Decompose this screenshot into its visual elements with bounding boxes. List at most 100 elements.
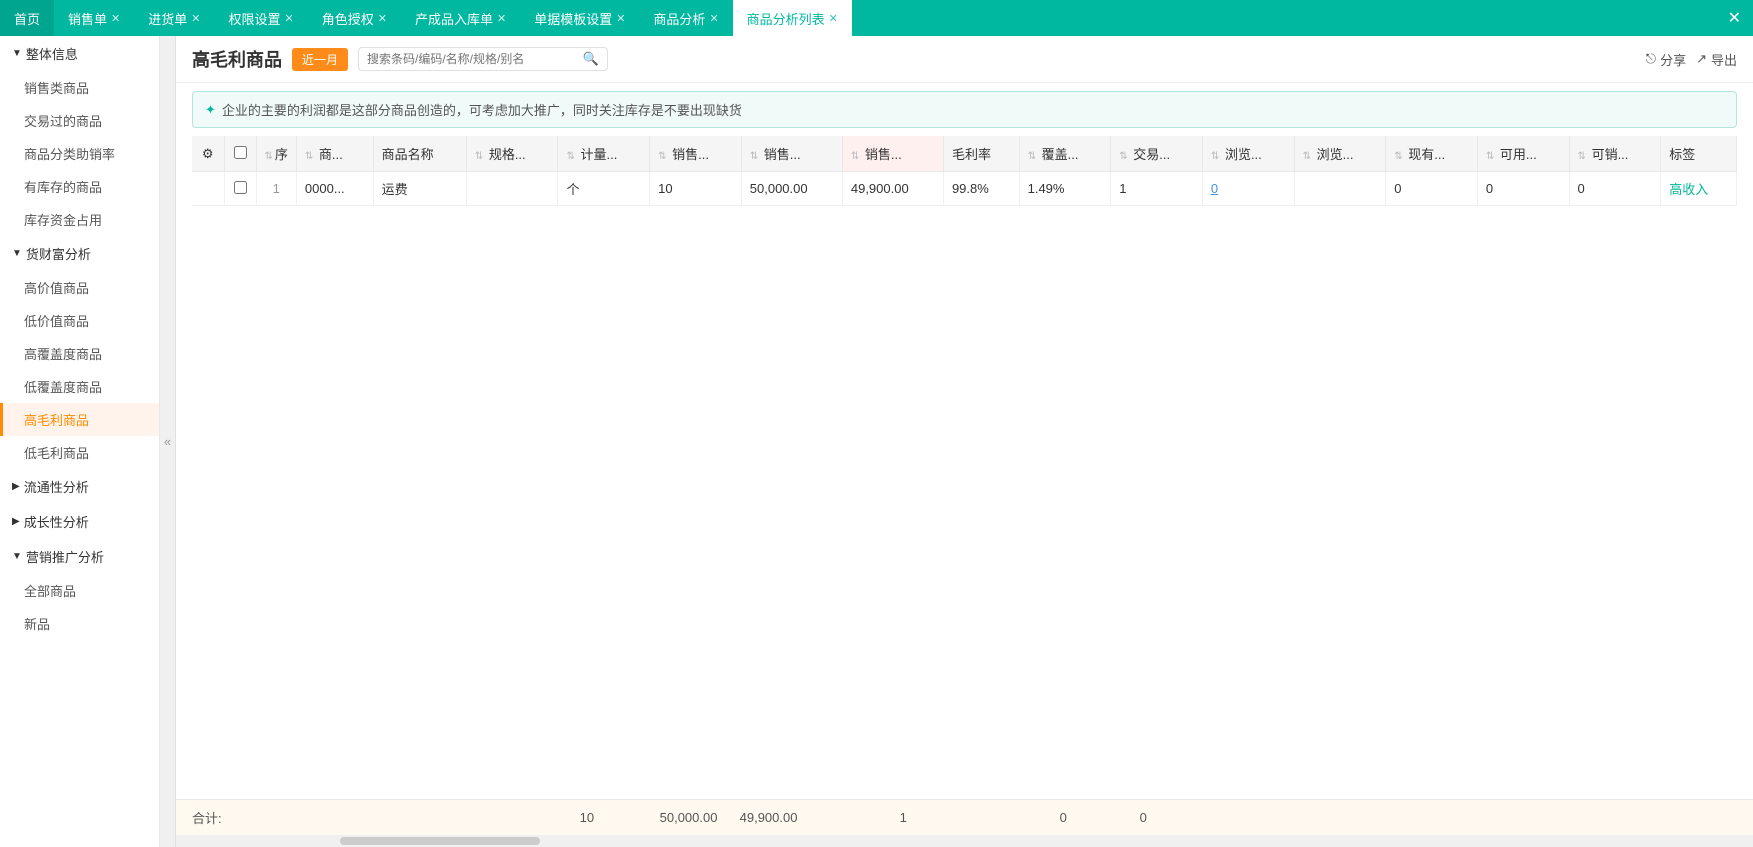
th-name[interactable]: 商品名称 [373,136,466,172]
sidebar-item-high-margin[interactable]: 高毛利商品 [0,403,159,436]
nav-finished-goods-close[interactable]: ✕ [497,12,506,25]
nav-sales-order[interactable]: 销售单 ✕ [54,0,134,36]
main-layout: ▼ 整体信息 销售类商品 交易过的商品 商品分类助销率 有库存的商品 库存资金占… [0,36,1753,847]
sidebar-item-new-products[interactable]: 新品 [0,607,159,640]
sort-icon-trade-count: ⇅ [1119,151,1127,162]
th-browse2[interactable]: ⇅ 浏览... [1294,136,1386,172]
sidebar-collapse-button[interactable]: « [160,36,176,847]
nav-purchase-order[interactable]: 进货单 ✕ [134,0,214,36]
th-avail-stock[interactable]: ⇅ 可用... [1477,136,1569,172]
nav-product-analysis-close[interactable]: ✕ [709,12,718,25]
th-sale-stock[interactable]: ⇅ 可销... [1569,136,1661,172]
sort-icon-sale-stock: ⇅ [1578,151,1586,162]
scroll-thumb[interactable] [340,837,540,845]
nav-template-settings-close[interactable]: ✕ [616,12,625,25]
footer-current-stock: 0 [1052,810,1132,825]
th-unit[interactable]: ⇅ 计量... [558,136,650,172]
sidebar-item-traded-products[interactable]: 交易过的商品 [0,104,159,137]
sidebar-group-growth[interactable]: ▶ 成长性分析 [0,504,159,539]
sidebar-item-stocked-products[interactable]: 有库存的商品 [0,170,159,203]
th-spec[interactable]: ⇅ 规格... [466,136,558,172]
sidebar-item-high-value[interactable]: 高价值商品 [0,271,159,304]
content-header: 高毛利商品 近一月 🔍 ⎋ 分享 ↗ 导出 [176,36,1753,83]
overall-group-arrow: ▼ [12,48,22,59]
share-button[interactable]: ⎋ 分享 [1646,50,1686,69]
sidebar-group-wealth[interactable]: ▼ 货财富分析 [0,236,159,271]
search-input[interactable] [367,52,579,66]
sidebar-item-category-rate[interactable]: 商品分类助销率 [0,137,159,170]
close-all-button[interactable]: ✕ [1716,8,1753,28]
td-sales-profit: 49,900.00 [842,172,943,206]
wealth-group-arrow: ▼ [12,248,22,259]
sort-icon-unit: ⇅ [566,151,574,162]
td-avail-stock: 0 [1477,172,1569,206]
sidebar-group-marketing[interactable]: ▼ 营销推广分析 [0,539,159,574]
sort-icon-sales-amount: ⇅ [750,151,758,162]
sidebar-group-liquidity[interactable]: ▶ 流通性分析 [0,469,159,504]
content-area: 高毛利商品 近一月 🔍 ⎋ 分享 ↗ 导出 ✦ 企业的主要的利润都是这部分商品创… [176,36,1753,847]
nav-home[interactable]: 首页 [0,0,54,36]
footer-sales-qty: 10 [572,810,652,825]
th-browse1[interactable]: ⇅ 浏览... [1202,136,1294,172]
nav-product-analysis-list-close[interactable]: ✕ [829,12,838,25]
sidebar-item-low-coverage[interactable]: 低覆盖度商品 [0,370,159,403]
export-button[interactable]: ↗ 导出 [1696,50,1737,69]
footer-bar: 合计: 10 50,000.00 49,900.00 1 0 0 [176,799,1753,835]
search-box: 🔍 [358,47,608,71]
row-checkbox[interactable] [234,181,247,194]
td-gear [192,172,224,206]
top-navigation: 首页 销售单 ✕ 进货单 ✕ 权限设置 ✕ 角色授权 ✕ 产成品入库单 ✕ 单据… [0,0,1753,36]
th-gear[interactable]: ⚙ [192,136,224,172]
sidebar-group-overall[interactable]: ▼ 整体信息 [0,36,159,71]
sidebar-item-all-products[interactable]: 全部商品 [0,574,159,607]
table-header-row: ⚙ ⇅序 ⇅ 商... 商品名称 [192,136,1737,172]
filter-recent-month-button[interactable]: 近一月 [292,48,348,71]
sidebar-item-low-margin[interactable]: 低毛利商品 [0,436,159,469]
th-sales-amount[interactable]: ⇅ 销售... [741,136,842,172]
th-trade-count[interactable]: ⇅ 交易... [1111,136,1203,172]
td-current-stock: 0 [1386,172,1478,206]
sidebar-item-inventory-capital[interactable]: 库存资金占用 [0,203,159,236]
nav-role-auth[interactable]: 角色授权 ✕ [308,0,401,36]
nav-product-analysis-list[interactable]: 商品分析列表 ✕ [733,0,852,36]
th-checkbox[interactable] [224,136,256,172]
nav-permission-settings-close[interactable]: ✕ [285,12,294,25]
th-code[interactable]: ⇅ 商... [296,136,373,172]
sort-icon-sales-profit: ⇅ [851,151,859,162]
info-icon: ✦ [205,102,216,118]
td-index: 1 [256,172,296,206]
growth-group-arrow: ▶ [12,516,20,527]
th-tag: 标签 [1661,136,1737,172]
footer-sales-profit: 49,900.00 [732,810,812,825]
nav-role-auth-close[interactable]: ✕ [378,12,387,25]
sidebar-item-high-coverage[interactable]: 高覆盖度商品 [0,337,159,370]
sidebar: ▼ 整体信息 销售类商品 交易过的商品 商品分类助销率 有库存的商品 库存资金占… [0,36,160,847]
nav-sales-order-close[interactable]: ✕ [111,12,120,25]
table-wrapper[interactable]: ⚙ ⇅序 ⇅ 商... 商品名称 [176,136,1753,799]
td-sale-stock: 0 [1569,172,1661,206]
nav-finished-goods[interactable]: 产成品入库单 ✕ [401,0,520,36]
nav-template-settings[interactable]: 单据模板设置 ✕ [520,0,639,36]
footer-label: 合计: [192,808,222,827]
sort-icon-coverage: ⇅ [1028,151,1036,162]
sort-icon-current-stock: ⇅ [1394,151,1402,162]
nav-purchase-order-close[interactable]: ✕ [191,12,200,25]
th-coverage[interactable]: ⇅ 覆盖... [1019,136,1111,172]
select-all-checkbox[interactable] [234,146,247,159]
sidebar-wrapper: ▼ 整体信息 销售类商品 交易过的商品 商品分类助销率 有库存的商品 库存资金占… [0,36,176,847]
sidebar-item-low-value[interactable]: 低价值商品 [0,304,159,337]
td-trade-count: 1 [1111,172,1203,206]
th-current-stock[interactable]: ⇅ 现有... [1386,136,1478,172]
td-checkbox[interactable] [224,172,256,206]
th-gross-rate[interactable]: 毛利率 [943,136,1019,172]
th-sales-qty[interactable]: ⇅ 销售... [650,136,742,172]
sidebar-item-sales-products[interactable]: 销售类商品 [0,71,159,104]
td-browse2 [1294,172,1386,206]
nav-product-analysis[interactable]: 商品分析 ✕ [639,0,732,36]
nav-permission-settings[interactable]: 权限设置 ✕ [214,0,307,36]
horizontal-scrollbar[interactable] [176,835,1753,847]
share-icon: ⎋ [1646,51,1656,67]
td-browse1[interactable]: 0 [1202,172,1294,206]
td-code: 0000... [296,172,373,206]
th-sales-profit[interactable]: ⇅ 销售... [842,136,943,172]
